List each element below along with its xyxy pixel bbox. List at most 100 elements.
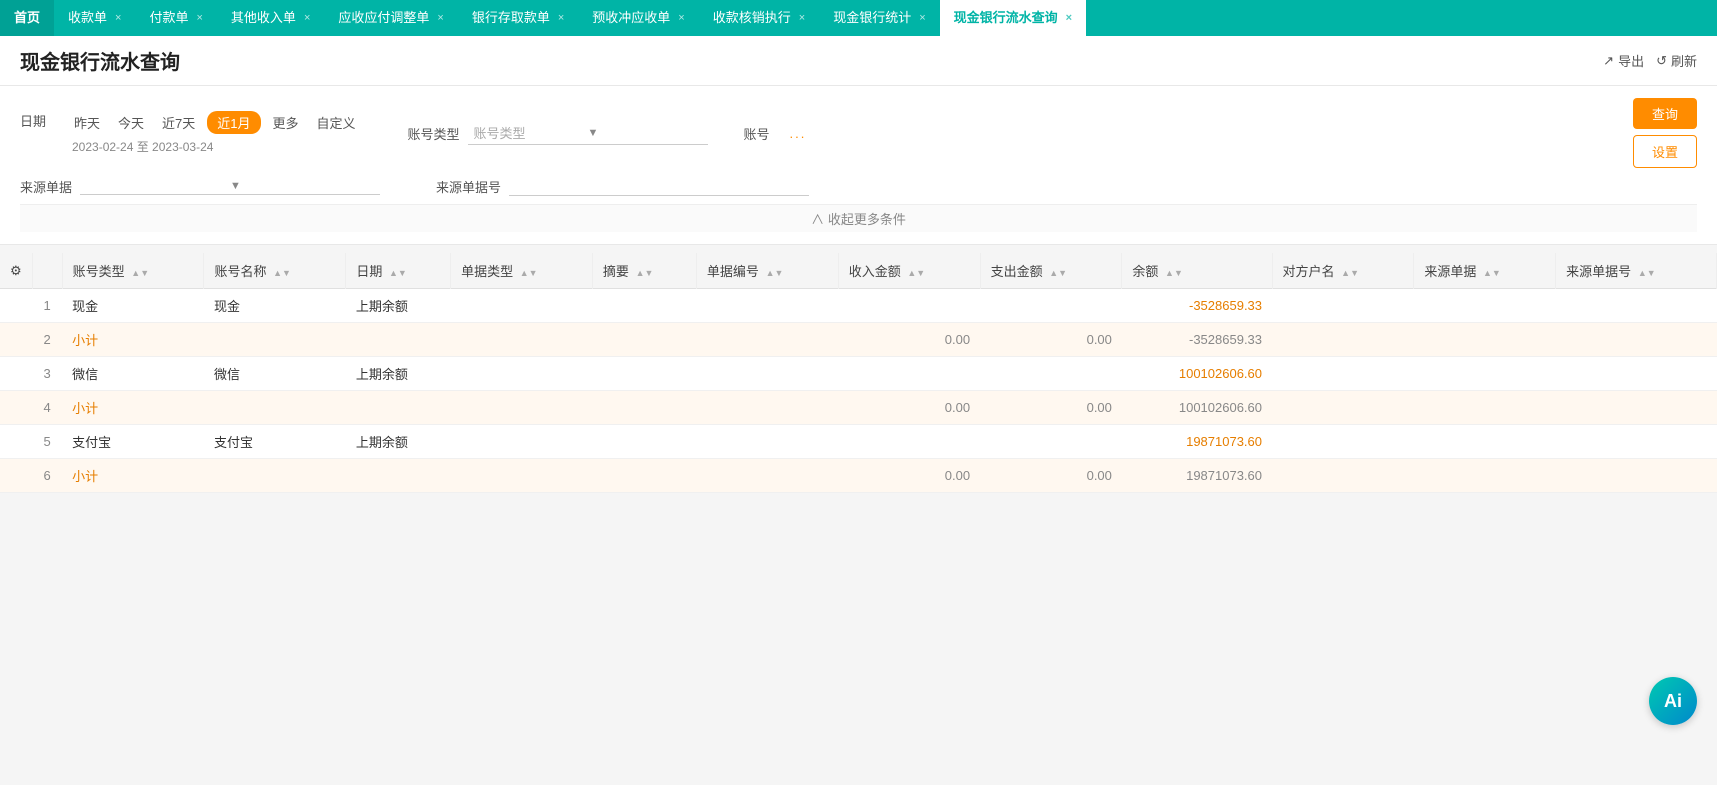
date-custom-btn[interactable]: 自定义 bbox=[311, 111, 362, 134]
nav-close-3[interactable]: × bbox=[437, 0, 443, 36]
cell-account_type: 现金 bbox=[62, 289, 204, 323]
cell-summary bbox=[592, 391, 696, 425]
table-row: 3微信微信上期余额100102606.60 bbox=[0, 357, 1717, 391]
sort-bill-no-icon: ▲▼ bbox=[766, 269, 784, 278]
th-source-bill[interactable]: 来源单据 ▲▼ bbox=[1414, 253, 1556, 289]
th-date[interactable]: 日期 ▲▼ bbox=[346, 253, 451, 289]
account-type-select[interactable]: 账号类型 ▼ bbox=[468, 121, 708, 145]
table-row: 4小计0.000.00100102606.60 bbox=[0, 391, 1717, 425]
sort-counterparty-icon: ▲▼ bbox=[1341, 269, 1359, 278]
cell-account_type: 支付宝 bbox=[62, 425, 204, 459]
settings-button[interactable]: 设置 bbox=[1633, 135, 1697, 168]
nav-tab-5[interactable]: 预收冲应收单 × bbox=[578, 0, 698, 36]
th-summary[interactable]: 摘要 ▲▼ bbox=[592, 253, 696, 289]
row-number: 6 bbox=[32, 459, 62, 493]
date-more-btn[interactable]: 更多 bbox=[267, 111, 305, 134]
nav-tab-7[interactable]: 现金银行统计 × bbox=[819, 0, 939, 36]
cell-date: 上期余额 bbox=[346, 289, 451, 323]
source-bill-no-input[interactable] bbox=[509, 176, 809, 196]
th-bill-type[interactable]: 单据类型 ▲▼ bbox=[451, 253, 593, 289]
nav-tab-2[interactable]: 其他收入单 × bbox=[217, 0, 324, 36]
refresh-button[interactable]: ↺ 刷新 bbox=[1656, 51, 1697, 70]
th-source-bill-no[interactable]: 来源单据号 ▲▼ bbox=[1556, 253, 1717, 289]
nav-close-8[interactable]: × bbox=[1066, 0, 1072, 36]
cell-account_type: 小计 bbox=[62, 323, 204, 357]
th-bill-no[interactable]: 单据编号 ▲▼ bbox=[696, 253, 838, 289]
th-income[interactable]: 收入金额 ▲▼ bbox=[838, 253, 980, 289]
date-today-btn[interactable]: 今天 bbox=[112, 111, 150, 134]
cell-source_bill bbox=[1414, 357, 1556, 391]
cell-account_name bbox=[204, 459, 346, 493]
nav-tab-3[interactable]: 应收应付调整单 × bbox=[324, 0, 457, 36]
nav-tab-8[interactable]: 现金银行流水查询 × bbox=[940, 0, 1086, 36]
nav-close-2[interactable]: × bbox=[304, 0, 310, 36]
account-type-label: 账号类型 bbox=[408, 124, 460, 143]
cell-bill_type bbox=[451, 425, 593, 459]
cell-date bbox=[346, 391, 451, 425]
cell-expense: 0.00 bbox=[980, 323, 1122, 357]
nav-close-1[interactable]: × bbox=[196, 0, 202, 36]
sort-account-name-icon: ▲▼ bbox=[273, 269, 291, 278]
cell-bill_no bbox=[696, 425, 838, 459]
table-area: ⚙ 账号类型 ▲▼ 账号名称 ▲▼ 日期 ▲▼ 单据类型 ▲▼ bbox=[0, 253, 1717, 493]
cell-balance: 100102606.60 bbox=[1122, 391, 1272, 425]
sort-summary-icon: ▲▼ bbox=[636, 269, 654, 278]
account-dots-button[interactable]: ... bbox=[790, 126, 807, 141]
cell-bill_no bbox=[696, 357, 838, 391]
date-1month-btn[interactable]: 近1月 bbox=[207, 111, 260, 134]
date-shortcuts: 昨天 今天 近7天 近1月 更多 自定义 bbox=[68, 111, 362, 134]
cell-balance: -3528659.33 bbox=[1122, 289, 1272, 323]
cell-balance: 100102606.60 bbox=[1122, 357, 1272, 391]
table-row: 2小计0.000.00-3528659.33 bbox=[0, 323, 1717, 357]
nav-tab-6[interactable]: 收款核销执行 × bbox=[699, 0, 819, 36]
nav-home[interactable]: 首页 bbox=[0, 0, 54, 36]
source-bill-select[interactable]: ▼ bbox=[80, 178, 380, 195]
cell-date: 上期余额 bbox=[346, 425, 451, 459]
cell-expense bbox=[980, 289, 1122, 323]
cell-balance: 19871073.60 bbox=[1122, 425, 1272, 459]
gear-icon[interactable]: ⚙ bbox=[10, 263, 22, 278]
cell-summary bbox=[592, 289, 696, 323]
account-type-filter: 账号类型 账号类型 ▼ bbox=[408, 121, 708, 145]
cell-account_type: 微信 bbox=[62, 357, 204, 391]
cell-counterparty bbox=[1272, 425, 1414, 459]
sort-income-icon: ▲▼ bbox=[907, 269, 925, 278]
account-label: 账号 bbox=[744, 124, 784, 143]
cell-source_bill_no bbox=[1556, 425, 1717, 459]
cell-bill_no bbox=[696, 459, 838, 493]
cell-counterparty bbox=[1272, 289, 1414, 323]
cell-date bbox=[346, 323, 451, 357]
cell-expense bbox=[980, 425, 1122, 459]
export-button[interactable]: ↗ 导出 bbox=[1603, 51, 1644, 70]
th-account-name[interactable]: 账号名称 ▲▼ bbox=[204, 253, 346, 289]
nav-close-0[interactable]: × bbox=[115, 0, 121, 36]
cell-account_name bbox=[204, 391, 346, 425]
date-7days-btn[interactable]: 近7天 bbox=[156, 111, 201, 134]
th-account-type[interactable]: 账号类型 ▲▼ bbox=[62, 253, 204, 289]
th-expense[interactable]: 支出金额 ▲▼ bbox=[980, 253, 1122, 289]
cell-account_name: 支付宝 bbox=[204, 425, 346, 459]
nav-close-6[interactable]: × bbox=[799, 0, 805, 36]
row-number: 4 bbox=[32, 391, 62, 425]
cell-summary bbox=[592, 425, 696, 459]
cell-source_bill bbox=[1414, 323, 1556, 357]
nav-tab-0[interactable]: 收款单 × bbox=[54, 0, 135, 36]
nav-close-4[interactable]: × bbox=[558, 0, 564, 36]
cell-summary bbox=[592, 323, 696, 357]
source-bill-no-filter: 来源单据号 bbox=[436, 176, 809, 196]
th-balance[interactable]: 余额 ▲▼ bbox=[1122, 253, 1272, 289]
nav-tab-4[interactable]: 银行存取款单 × bbox=[458, 0, 578, 36]
date-yesterday-btn[interactable]: 昨天 bbox=[68, 111, 106, 134]
collapse-bar[interactable]: ∧ 收起更多条件 bbox=[20, 204, 1697, 232]
cell-account_name: 微信 bbox=[204, 357, 346, 391]
nav-close-5[interactable]: × bbox=[678, 0, 684, 36]
search-button[interactable]: 查询 bbox=[1633, 98, 1697, 129]
th-counterparty[interactable]: 对方户名 ▲▼ bbox=[1272, 253, 1414, 289]
filter-row-1: 日期 昨天 今天 近7天 近1月 更多 自定义 2023-02-24 至 202… bbox=[20, 98, 1697, 168]
ai-badge[interactable]: Ai bbox=[1649, 677, 1697, 725]
nav-close-7[interactable]: × bbox=[919, 0, 925, 36]
nav-tab-1[interactable]: 付款单 × bbox=[135, 0, 216, 36]
table-row: 5支付宝支付宝上期余额19871073.60 bbox=[0, 425, 1717, 459]
table-row: 6小计0.000.0019871073.60 bbox=[0, 459, 1717, 493]
row-number: 2 bbox=[32, 323, 62, 357]
